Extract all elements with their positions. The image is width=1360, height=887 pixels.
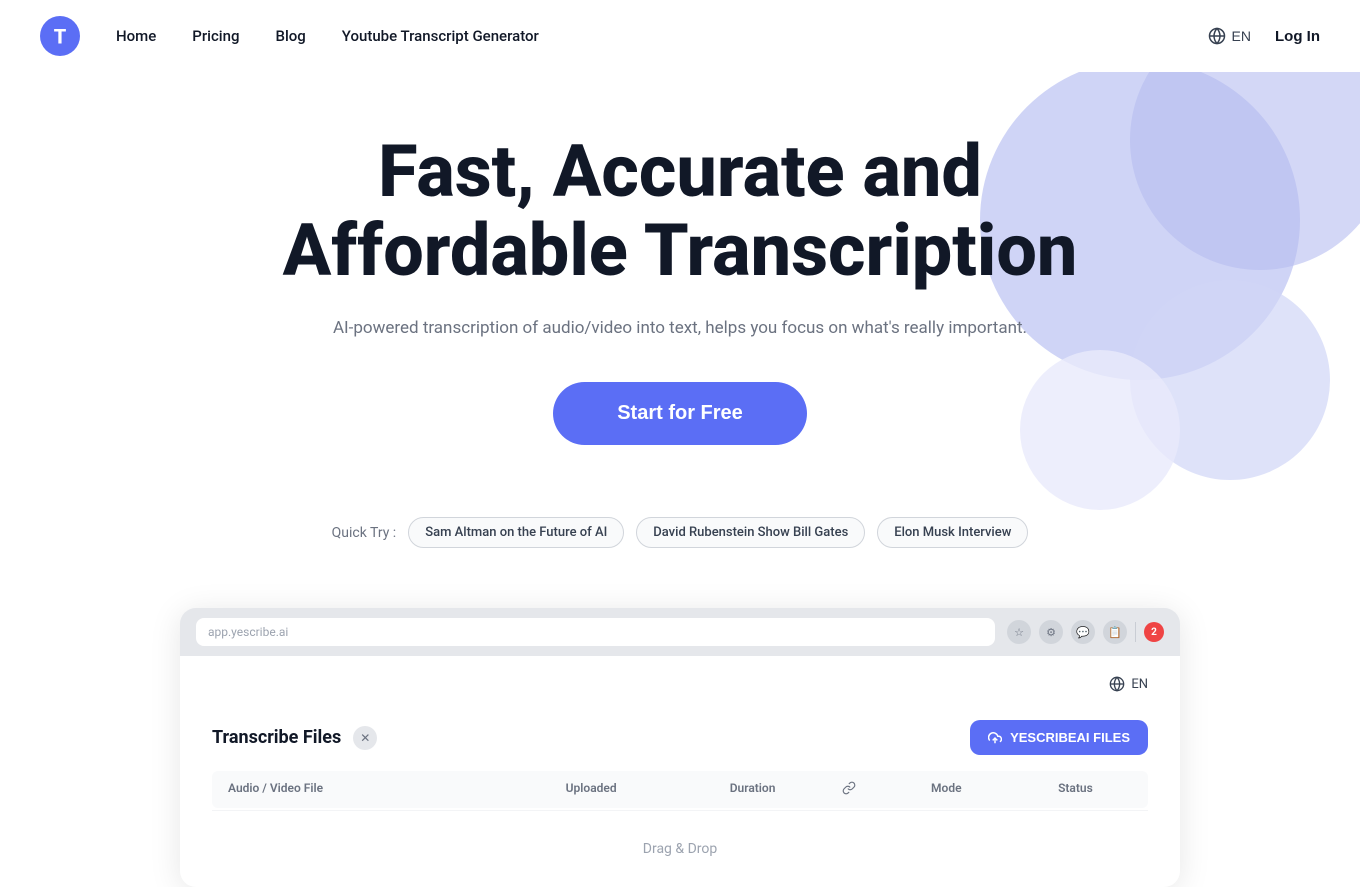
hero-title-line2: Affordable Transcription [283, 208, 1078, 293]
yescribeai-label: YESCRIBEAI FILES [1010, 730, 1130, 745]
login-button[interactable]: Log In [1275, 28, 1320, 45]
language-label: EN [1232, 28, 1251, 44]
divider [1135, 622, 1136, 642]
start-free-button[interactable]: Start for Free [553, 382, 807, 445]
nav-link-pricing[interactable]: Pricing [192, 27, 239, 45]
nav-link-youtube-transcript[interactable]: Youtube Transcript Generator [342, 27, 539, 45]
transcribe-title: Transcribe Files [212, 727, 341, 748]
drag-drop-label: Drag & Drop [643, 841, 717, 857]
quick-try: Quick Try : Sam Altman on the Future of … [40, 517, 1320, 548]
nav-right: EN Log In [1208, 27, 1320, 45]
language-button[interactable]: EN [1208, 27, 1251, 45]
hero-title: Fast, Accurate and Affordable Transcript… [230, 132, 1130, 290]
logo-icon: T [40, 16, 80, 56]
nav-link-home[interactable]: Home [116, 27, 156, 45]
star-icon[interactable]: ☆ [1007, 620, 1031, 644]
browser-bar: app.yescribe.ai ☆ ⚙ 💬 📋 2 [180, 608, 1180, 656]
notification-badge[interactable]: 2 [1144, 622, 1164, 642]
hero-title-line1: Fast, Accurate and [378, 129, 982, 214]
logo[interactable]: T [40, 16, 80, 56]
quick-try-chip-0[interactable]: Sam Altman on the Future of AI [408, 517, 624, 548]
app-content: EN Transcribe Files ✕ YESCRIBEAI FILES [180, 656, 1180, 887]
nav-links: Home Pricing Blog Youtube Transcript Gen… [116, 27, 539, 45]
browser-search: app.yescribe.ai [196, 618, 995, 646]
nav-link-blog[interactable]: Blog [275, 27, 305, 45]
app-lang[interactable]: EN [1109, 676, 1148, 692]
th-status: Status [1011, 781, 1140, 798]
close-button[interactable]: ✕ [353, 726, 377, 750]
drag-drop-area[interactable]: Drag & Drop [212, 810, 1148, 887]
browser-url: app.yescribe.ai [208, 625, 288, 639]
link-icon [842, 781, 856, 795]
yescribeai-files-button[interactable]: YESCRIBEAI FILES [970, 720, 1148, 755]
th-link [817, 781, 882, 798]
upload-icon [988, 731, 1002, 745]
puzzle-icon[interactable]: ⚙ [1039, 620, 1063, 644]
app-preview: app.yescribe.ai ☆ ⚙ 💬 📋 2 EN [180, 608, 1180, 887]
th-duration: Duration [688, 781, 817, 798]
hero-section: Fast, Accurate and Affordable Transcript… [0, 72, 1360, 588]
nav-left: T Home Pricing Blog Youtube Transcript G… [40, 16, 539, 56]
quick-try-label: Quick Try : [332, 525, 397, 541]
hero-subtitle: AI-powered transcription of audio/video … [40, 318, 1320, 338]
th-file: Audio / Video File [220, 781, 494, 798]
browser-icons: ☆ ⚙ 💬 📋 2 [1007, 620, 1164, 644]
app-lang-label: EN [1131, 677, 1148, 692]
app-main: Transcribe Files ✕ YESCRIBEAI FILES Audi… [212, 704, 1148, 887]
transcribe-header: Transcribe Files ✕ YESCRIBEAI FILES [212, 720, 1148, 755]
quick-try-chip-2[interactable]: Elon Musk Interview [877, 517, 1028, 548]
header: T Home Pricing Blog Youtube Transcript G… [0, 0, 1360, 72]
th-uploaded: Uploaded [494, 781, 688, 798]
copy-icon[interactable]: 📋 [1103, 620, 1127, 644]
th-mode: Mode [882, 781, 1011, 798]
svg-text:T: T [54, 24, 67, 48]
discord-icon[interactable]: 💬 [1071, 620, 1095, 644]
translate-icon [1208, 27, 1226, 45]
quick-try-chip-1[interactable]: David Rubenstein Show Bill Gates [636, 517, 865, 548]
app-translate-icon [1109, 676, 1125, 692]
table-header: Audio / Video File Uploaded Duration Mod… [212, 771, 1148, 808]
app-topbar: EN [212, 676, 1148, 704]
